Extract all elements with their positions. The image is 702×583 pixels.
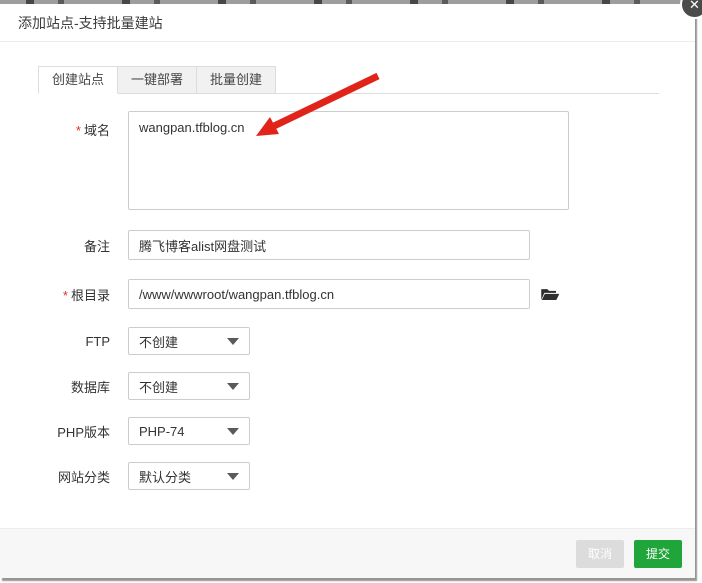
- ftp-select-value: 不创建: [139, 334, 179, 350]
- page: 添加站点-支持批量建站 创建站点 一键部署 批量创建 * 域名 wangpan.t…: [0, 0, 702, 583]
- folder-open-icon[interactable]: [540, 286, 560, 303]
- tab-one-click-deploy-label: 一键部署: [130, 72, 183, 87]
- root-dir-input[interactable]: [128, 279, 530, 309]
- site-category-select-value: 默认分类: [139, 469, 192, 485]
- database-row: 数据库 不创建: [38, 372, 695, 400]
- site-category-select[interactable]: 默认分类: [128, 462, 250, 490]
- site-category-row: 网站分类 默认分类: [38, 462, 695, 490]
- cancel-button[interactable]: 取消: [575, 539, 624, 568]
- add-site-dialog: 添加站点-支持批量建站 创建站点 一键部署 批量创建 * 域名 wangpan.t…: [0, 4, 695, 578]
- remark-row: 备注: [38, 230, 695, 260]
- site-category-label: 网站分类: [57, 469, 110, 485]
- dialog-header: 添加站点-支持批量建站: [0, 4, 695, 42]
- add-site-form: *域名 wangpan.tfblog.cn 备注 *根目录: [38, 111, 695, 490]
- tab-batch-create[interactable]: 批量创建: [196, 66, 276, 94]
- ftp-label: FTP: [85, 333, 110, 349]
- database-select[interactable]: 不创建: [128, 372, 250, 400]
- database-select-value: 不创建: [139, 379, 179, 395]
- ftp-row: FTP 不创建: [38, 327, 695, 355]
- domain-row: * 域名 wangpan.tfblog.cn: [38, 111, 695, 210]
- tab-bar: 创建站点 一键部署 批量创建: [38, 66, 659, 94]
- required-asterisk: *: [75, 123, 81, 138]
- php-version-label: PHP版本: [57, 424, 110, 440]
- tab-create-site-label: 创建站点: [51, 72, 104, 87]
- php-version-select-value: PHP-74: [139, 423, 185, 439]
- chevron-down-icon: [227, 382, 239, 390]
- dialog-footer: 取消 提交: [0, 528, 695, 578]
- remark-label: 备注: [83, 238, 110, 254]
- chevron-down-icon: [227, 337, 239, 345]
- chevron-down-icon: [227, 427, 239, 435]
- php-version-row: PHP版本 PHP-74: [38, 417, 695, 445]
- chevron-down-icon: [227, 472, 239, 480]
- ftp-select[interactable]: 不创建: [128, 327, 250, 355]
- required-asterisk: *: [62, 287, 68, 303]
- remark-input[interactable]: [128, 230, 530, 260]
- submit-button[interactable]: 提交: [633, 539, 682, 568]
- dialog-title: 添加站点-支持批量建站: [18, 14, 163, 31]
- tab-one-click-deploy[interactable]: 一键部署: [117, 66, 197, 94]
- root-dir-row: * 根目录: [38, 279, 695, 309]
- domain-label: * 域名: [75, 123, 110, 138]
- domain-textarea[interactable]: wangpan.tfblog.cn: [128, 111, 569, 210]
- tab-create-site[interactable]: 创建站点: [38, 66, 118, 94]
- tab-batch-create-label: 批量创建: [209, 72, 262, 87]
- database-label: 数据库: [70, 379, 110, 395]
- php-version-select[interactable]: PHP-74: [128, 417, 250, 445]
- root-dir-label: * 根目录: [62, 287, 110, 303]
